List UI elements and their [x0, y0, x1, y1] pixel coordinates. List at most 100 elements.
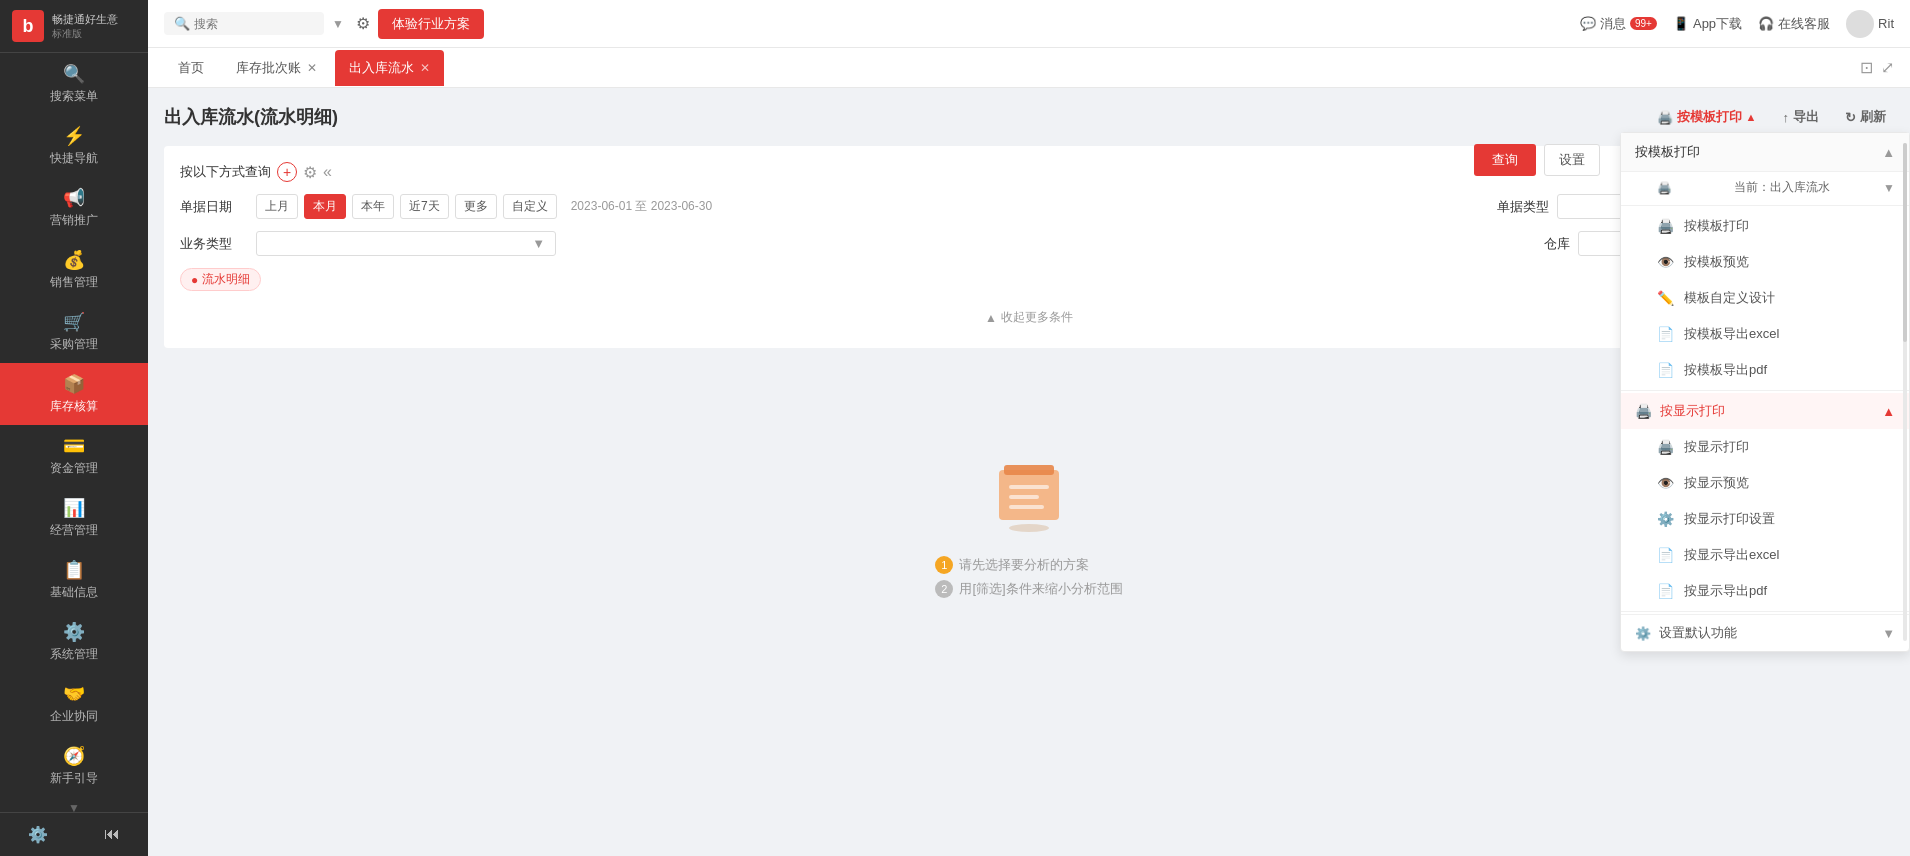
current-chevron[interactable]: ▼	[1883, 181, 1895, 195]
panel-scrollbar[interactable]	[1903, 143, 1907, 641]
date-btn-7days[interactable]: 近7天	[400, 194, 449, 219]
date-btn-prev-month[interactable]: 上月	[256, 194, 298, 219]
add-condition-button[interactable]: +	[277, 162, 297, 182]
sidebar-item-label: 基础信息	[50, 584, 98, 601]
sidebar-menu: 🔍 搜索菜单 ⚡ 快捷导航 📢 营销推广 💰 销售管理 🛒 采购管理 📦	[0, 53, 148, 804]
display-print-icon: 🖨️	[1635, 403, 1652, 419]
sidebar-item-shortcut[interactable]: ⚡ 快捷导航	[0, 115, 148, 177]
search-input[interactable]	[194, 17, 314, 31]
tabbar: 首页 库存批次账 ✕ 出入库流水 ✕ ⊡ ⤢	[148, 48, 1910, 88]
tab-maximize-icon[interactable]: ⤢	[1881, 58, 1894, 77]
collab-icon: 🤝	[63, 683, 85, 705]
date-range-text: 2023-06-01 至 2023-06-30	[571, 198, 712, 215]
company-name: 畅捷通好生意	[52, 12, 118, 27]
collapse-conditions-icon[interactable]: «	[323, 163, 332, 181]
tab-flow-close[interactable]: ✕	[420, 61, 430, 75]
svg-rect-3	[1009, 495, 1039, 499]
search-dropdown-icon[interactable]: ▼	[332, 17, 344, 31]
topbar-right: 💬 消息 99+ 📱 App下载 🎧 在线客服 Rit	[1580, 10, 1894, 38]
print-icon: 🖨️	[1657, 218, 1674, 234]
settings-icon[interactable]: ⚙️	[28, 825, 48, 844]
panel-item-template-print[interactable]: 🖨️ 按模板打印	[1621, 208, 1909, 244]
tab-home[interactable]: 首页	[164, 50, 218, 86]
sidebar-item-guide[interactable]: 🧭 新手引导	[0, 735, 148, 797]
sales-icon: 💰	[63, 249, 85, 271]
panel-chevron-up[interactable]: ▲	[1882, 145, 1895, 160]
trial-button[interactable]: 体验行业方案	[378, 9, 484, 39]
template-print-button[interactable]: 🖨️ 按模板打印 ▲	[1649, 104, 1765, 130]
tab-batch-close[interactable]: ✕	[307, 61, 317, 75]
export-button[interactable]: ↑ 导出	[1775, 104, 1828, 130]
date-buttons: 上月 本月 本年 近7天 更多 自定义 2023-06-01 至 2023-06…	[256, 194, 712, 219]
flow-detail-tag[interactable]: ● 流水明细	[180, 268, 261, 291]
operation-icon: 📊	[63, 497, 85, 519]
tab-batch[interactable]: 库存批次账 ✕	[222, 50, 331, 86]
tag-icon: ●	[191, 273, 198, 287]
panel-item-display-print[interactable]: 🖨️ 按显示打印	[1621, 429, 1909, 465]
panel-item-display-settings[interactable]: ⚙️ 按显示打印设置	[1621, 501, 1909, 537]
date-btn-custom[interactable]: 自定义	[503, 194, 557, 219]
set-button[interactable]: 设置	[1544, 144, 1600, 176]
sidebar-item-system[interactable]: ⚙️ 系统管理	[0, 611, 148, 673]
display-section-header[interactable]: 🖨️ 按显示打印 ▲	[1621, 393, 1909, 429]
download-icon: 📱	[1673, 16, 1689, 31]
query-button[interactable]: 查询	[1474, 144, 1536, 176]
sidebar-item-sales[interactable]: 💰 销售管理	[0, 239, 148, 301]
sidebar-item-label: 营销推广	[50, 212, 98, 229]
panel-item-display-pdf[interactable]: 📄 按显示导出pdf	[1621, 573, 1909, 609]
tab-minimize-icon[interactable]: ⊡	[1860, 58, 1873, 77]
panel-scrollbar-thumb[interactable]	[1903, 143, 1907, 342]
display-excel-icon: 📄	[1657, 547, 1674, 563]
sidebar-item-label: 新手引导	[50, 770, 98, 787]
settings-icon[interactable]: ⚙	[303, 163, 317, 182]
panel-item-template-excel[interactable]: 📄 按模板导出excel	[1621, 316, 1909, 352]
online-service-button[interactable]: 🎧 在线客服	[1758, 15, 1830, 33]
date-btn-more[interactable]: 更多	[455, 194, 497, 219]
current-icon: 🖨️	[1657, 181, 1672, 195]
sidebar-item-operation[interactable]: 📊 经营管理	[0, 487, 148, 549]
settings-chevron[interactable]: ▼	[1882, 626, 1895, 641]
panel-settings-item[interactable]: ⚙️ 设置默认功能 ▼	[1621, 614, 1909, 651]
topbar: 🔍 ▼ ⚙ 体验行业方案 💬 消息 99+ 📱 App下载 🎧	[148, 0, 1910, 48]
user-profile[interactable]: Rit	[1846, 10, 1894, 38]
print-panel: 按模板打印 ▲ 🖨️ 当前：出入库流水 ▼ 🖨️ 按模板打印 👁️	[1620, 132, 1910, 652]
app-download-button[interactable]: 📱 App下载	[1673, 15, 1742, 33]
svg-rect-2	[1009, 485, 1049, 489]
customize-icon: ✏️	[1657, 290, 1674, 306]
system-icon: ⚙️	[63, 621, 85, 643]
display-preview-icon: 👁️	[1657, 475, 1674, 491]
sidebar-item-basic[interactable]: 📋 基础信息	[0, 549, 148, 611]
panel-item-display-preview[interactable]: 👁️ 按显示预览	[1621, 465, 1909, 501]
page-content: 出入库流水(流水明细) 🖨️ 按模板打印 ▲ ↑ 导出 ↻ 刷新	[148, 88, 1910, 856]
biz-type-select[interactable]: ▼	[256, 231, 556, 256]
message-button[interactable]: 💬 消息 99+	[1580, 15, 1657, 33]
tab-flow[interactable]: 出入库流水 ✕	[335, 50, 444, 86]
display-section-chevron[interactable]: ▲	[1882, 404, 1895, 419]
headphone-icon: 🎧	[1758, 16, 1774, 31]
panel-item-template-pdf[interactable]: 📄 按模板导出pdf	[1621, 352, 1909, 388]
biz-type-label: 业务类型	[180, 235, 240, 253]
sidebar-item-label: 搜索菜单	[50, 88, 98, 105]
pdf-icon: 📄	[1657, 362, 1674, 378]
topbar-search-box[interactable]: 🔍	[164, 12, 324, 35]
sidebar-item-collab[interactable]: 🤝 企业协同	[0, 673, 148, 735]
finance-icon: 💳	[63, 435, 85, 457]
sidebar-item-finance[interactable]: 💳 资金管理	[0, 425, 148, 487]
panel-item-display-excel[interactable]: 📄 按显示导出excel	[1621, 537, 1909, 573]
collapse-icon[interactable]: ⏮	[104, 825, 120, 844]
search-icon: 🔍	[63, 63, 85, 85]
sidebar-item-marketing[interactable]: 📢 营销推广	[0, 177, 148, 239]
panel-item-template-preview[interactable]: 👁️ 按模板预览	[1621, 244, 1909, 280]
sidebar-item-search[interactable]: 🔍 搜索菜单	[0, 53, 148, 115]
date-btn-this-year[interactable]: 本年	[352, 194, 394, 219]
empty-illustration	[979, 440, 1079, 540]
app-logo-text: 畅捷通好生意 标准版	[52, 12, 118, 41]
sidebar-item-inventory[interactable]: 📦 库存核算	[0, 363, 148, 425]
sidebar-item-purchase[interactable]: 🛒 采购管理	[0, 301, 148, 363]
date-btn-this-month[interactable]: 本月	[304, 194, 346, 219]
avatar	[1846, 10, 1874, 38]
gear-icon[interactable]: ⚙	[356, 14, 370, 33]
panel-item-template-customize[interactable]: ✏️ 模板自定义设计	[1621, 280, 1909, 316]
refresh-button[interactable]: ↻ 刷新	[1837, 104, 1894, 130]
display-print-sub-icon: 🖨️	[1657, 439, 1674, 455]
